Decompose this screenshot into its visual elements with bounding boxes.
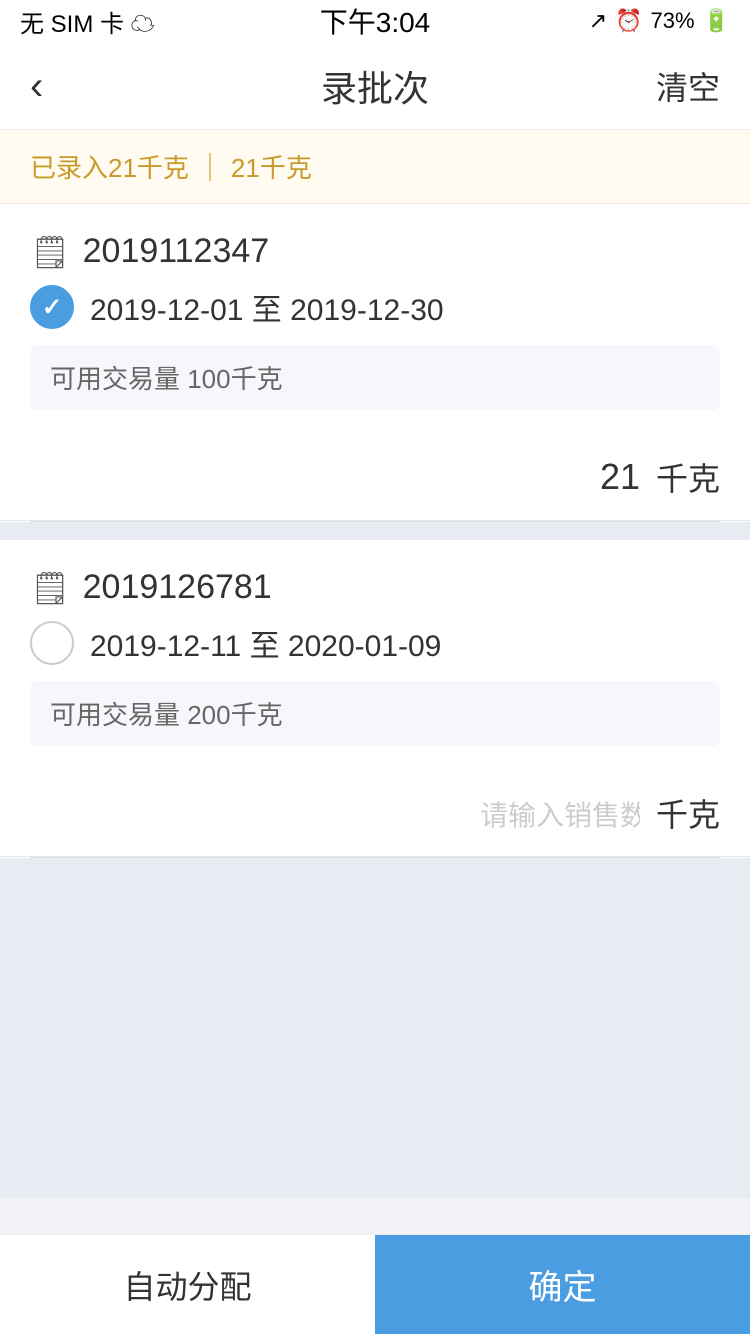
- batch-1-unit: 千克: [656, 454, 720, 500]
- batch-1-section: 🗒 2019112347 ✓ 2019-12-01 至 2019-12-30 可…: [0, 204, 750, 522]
- batch-1-item: 🗒 2019112347 ✓ 2019-12-01 至 2019-12-30 可…: [0, 204, 750, 434]
- batch-1-date: 2019-12-01 至 2019-12-30: [90, 285, 444, 329]
- batch-2-radio[interactable]: [30, 621, 74, 665]
- batch-1-check-icon: ✓: [42, 293, 62, 322]
- location-icon: ↗: [589, 8, 607, 34]
- section-divider: [0, 522, 750, 540]
- info-banner: 已录入21千克 21千克: [0, 130, 750, 204]
- bottom-area: [0, 858, 750, 1198]
- batch-2-item: 🗒 2019126781 2019-12-11 至 2020-01-09 可用交…: [0, 540, 750, 770]
- batch-1-value: 21: [600, 456, 640, 498]
- batch-1-header: 🗒 2019112347: [30, 232, 720, 271]
- page-title: 录批次: [321, 60, 429, 112]
- batch-1-available: 可用交易量 100千克: [30, 345, 720, 410]
- sim-status: 无 SIM 卡 ☁: [20, 4, 155, 39]
- banner-divider: [209, 153, 211, 181]
- batch-2-input[interactable]: [480, 792, 640, 834]
- status-time: 下午3:04: [320, 1, 431, 41]
- batch-2-icon: 🗒: [30, 569, 71, 607]
- batch-2-section: 🗒 2019126781 2019-12-11 至 2020-01-09 可用交…: [0, 540, 750, 858]
- batch-1-icon: 🗒: [30, 233, 71, 271]
- batch-2-date-row[interactable]: 2019-12-11 至 2020-01-09: [30, 621, 720, 665]
- recorded-amount: 已录入21千克: [30, 148, 189, 185]
- battery-level: 73%: [651, 8, 695, 34]
- batch-2-date: 2019-12-11 至 2020-01-09: [90, 621, 441, 665]
- battery-icon: 🔋: [703, 8, 730, 34]
- batch-2-id: 2019126781: [83, 568, 272, 607]
- batch-2-available: 可用交易量 200千克: [30, 681, 720, 746]
- nav-bar: ‹ 录批次 清空: [0, 42, 750, 130]
- status-right: ↗ ⏰ 73% 🔋: [589, 8, 730, 34]
- batch-2-header: 🗒 2019126781: [30, 568, 720, 607]
- batch-2-input-row: 千克: [0, 770, 750, 857]
- status-left: 无 SIM 卡 ☁: [20, 4, 155, 39]
- batch-1-id: 2019112347: [83, 232, 270, 271]
- batch-1-date-row[interactable]: ✓ 2019-12-01 至 2019-12-30: [30, 285, 720, 329]
- auto-distribute-button[interactable]: 自动分配: [0, 1235, 375, 1334]
- status-bar: 无 SIM 卡 ☁ 下午3:04 ↗ ⏰ 73% 🔋: [0, 0, 750, 42]
- alarm-icon: ⏰: [615, 8, 642, 34]
- bottom-buttons: 自动分配 确定: [0, 1234, 750, 1334]
- total-amount: 21千克: [231, 148, 312, 185]
- batch-2-unit: 千克: [656, 790, 720, 836]
- back-button[interactable]: ‹: [30, 66, 43, 106]
- confirm-button[interactable]: 确定: [375, 1235, 750, 1334]
- batch-1-input-row: 21 千克: [0, 434, 750, 521]
- batch-1-radio[interactable]: ✓: [30, 285, 74, 329]
- clear-button[interactable]: 清空: [656, 63, 720, 109]
